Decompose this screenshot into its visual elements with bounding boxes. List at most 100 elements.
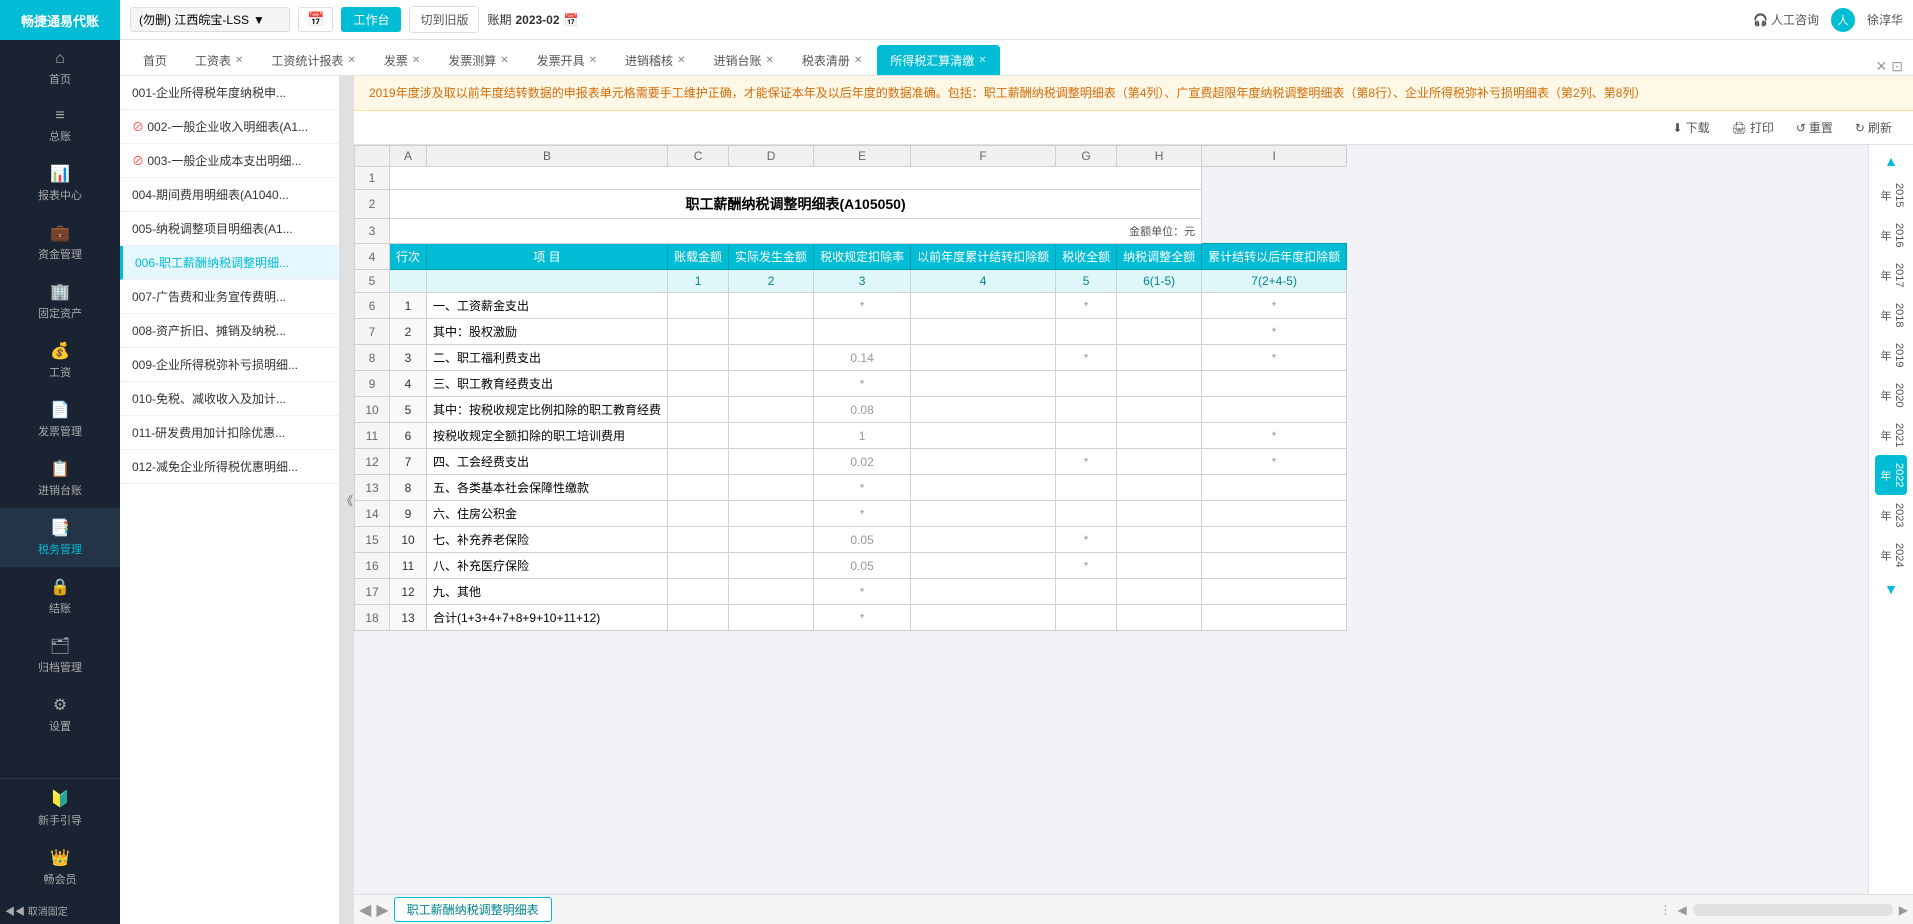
cell-i[interactable]	[1202, 553, 1347, 579]
cell-d[interactable]	[729, 345, 814, 371]
close-tab-income-tax[interactable]: ✕	[978, 55, 986, 66]
cell-h[interactable]	[1117, 423, 1202, 449]
tab-payroll-report[interactable]: 工资统计报表 ✕	[258, 45, 368, 75]
cell-g[interactable]	[1056, 423, 1117, 449]
print-btn[interactable]: 🖨 打印	[1726, 116, 1780, 139]
cell-i[interactable]	[1202, 579, 1347, 605]
cell-d[interactable]	[729, 579, 814, 605]
cell-f[interactable]	[911, 605, 1056, 631]
cell-h[interactable]	[1117, 345, 1202, 371]
sidebar-item-archive[interactable]: 🗂 归档管理	[0, 626, 120, 685]
cell-g[interactable]: *	[1056, 293, 1117, 319]
cell-d[interactable]	[729, 319, 814, 345]
cell-g[interactable]: *	[1056, 449, 1117, 475]
sidebar-item-invoice-mgmt[interactable]: 📄 发票管理	[0, 390, 120, 449]
tab-income-tax[interactable]: 所得税汇算清缴 ✕	[877, 45, 999, 75]
sheet-scroll-bar[interactable]	[1693, 904, 1893, 916]
sidebar-item-settings[interactable]: ⚙ 设置	[0, 685, 120, 744]
tab-invoice-issue[interactable]: 发票开具 ✕	[524, 45, 610, 75]
cell-i[interactable]: *	[1202, 449, 1347, 475]
form-list-item-001[interactable]: 001-企业所得税年度纳税申...	[120, 76, 339, 110]
cell-c[interactable]	[668, 319, 729, 345]
cell-g[interactable]: *	[1056, 345, 1117, 371]
cell-h[interactable]	[1117, 293, 1202, 319]
year-item[interactable]: 2018年	[1875, 295, 1907, 335]
sheet-scroll-left[interactable]: ◀	[1678, 903, 1687, 917]
cell-h[interactable]	[1117, 397, 1202, 423]
cell-c[interactable]	[668, 475, 729, 501]
year-item[interactable]: 2023年	[1875, 495, 1907, 535]
sheet-options-icon[interactable]: ⋮	[1660, 903, 1672, 917]
cell-c[interactable]	[668, 605, 729, 631]
cell-i[interactable]	[1202, 605, 1347, 631]
year-scroll-up[interactable]: ▲	[1880, 149, 1902, 173]
year-item[interactable]: 2022年	[1875, 455, 1907, 495]
sheet-nav-left[interactable]: ◀	[359, 900, 371, 920]
cell-h[interactable]	[1117, 605, 1202, 631]
close-tab-purchase-ledger[interactable]: ✕	[765, 55, 773, 66]
year-item[interactable]: 2019年	[1875, 335, 1907, 375]
close-tab-tax-list[interactable]: ✕	[854, 55, 862, 66]
cell-i[interactable]	[1202, 397, 1347, 423]
cell-g[interactable]: *	[1056, 553, 1117, 579]
cell-c[interactable]	[668, 397, 729, 423]
close-tab-purchase-check[interactable]: ✕	[677, 55, 685, 66]
sidebar-item-closing[interactable]: 🔒 结账	[0, 567, 120, 626]
sidebar-item-fixed-asset[interactable]: 🏢 固定资产	[0, 272, 120, 331]
cell-f[interactable]	[911, 345, 1056, 371]
tab-purchase-ledger[interactable]: 进销台账 ✕	[700, 45, 786, 75]
support-btn[interactable]: 🎧 人工咨询	[1753, 11, 1819, 28]
tab-invoice[interactable]: 发票 ✕	[371, 45, 433, 75]
year-item[interactable]: 2021年	[1875, 415, 1907, 455]
cell-f[interactable]	[911, 397, 1056, 423]
sidebar-item-cancel-fixed[interactable]: ◀◀ 取消固定	[0, 897, 120, 924]
cell-h[interactable]	[1117, 319, 1202, 345]
tab-home[interactable]: 首页	[130, 45, 180, 75]
cell-g[interactable]	[1056, 371, 1117, 397]
cell-d[interactable]	[729, 397, 814, 423]
cell-d[interactable]	[729, 553, 814, 579]
cell-h[interactable]	[1117, 449, 1202, 475]
cell-d[interactable]	[729, 371, 814, 397]
cell-f[interactable]	[911, 527, 1056, 553]
sidebar-item-tax-mgmt[interactable]: 📑 税务管理	[0, 508, 120, 567]
cell-h[interactable]	[1117, 527, 1202, 553]
year-scroll-down[interactable]: ▼	[1880, 577, 1902, 601]
cell-g[interactable]	[1056, 475, 1117, 501]
cell-g[interactable]	[1056, 605, 1117, 631]
cell-i[interactable]	[1202, 501, 1347, 527]
cell-g[interactable]: *	[1056, 527, 1117, 553]
sidebar-item-general-ledger[interactable]: ≡ 总账	[0, 97, 120, 154]
cell-d[interactable]	[729, 475, 814, 501]
sidebar-item-payroll[interactable]: 💰 工资	[0, 331, 120, 390]
cell-c[interactable]	[668, 371, 729, 397]
tab-purchase-check[interactable]: 进销稽核 ✕	[612, 45, 698, 75]
year-item[interactable]: 2020年	[1875, 375, 1907, 415]
user-name[interactable]: 徐淳华	[1867, 11, 1903, 28]
cell-c[interactable]	[668, 527, 729, 553]
cell-i[interactable]: *	[1202, 423, 1347, 449]
cell-h[interactable]	[1117, 501, 1202, 527]
year-item[interactable]: 2015年	[1875, 175, 1907, 215]
cell-c[interactable]	[668, 449, 729, 475]
company-selector[interactable]: (勿删) 江西皖宝-LSS ▼	[130, 7, 290, 32]
cell-d[interactable]	[729, 423, 814, 449]
form-list-item-007[interactable]: 007-广告费和业务宣传费明...	[120, 280, 339, 314]
cell-g[interactable]	[1056, 501, 1117, 527]
cell-h[interactable]	[1117, 579, 1202, 605]
cell-d[interactable]	[729, 501, 814, 527]
reset-btn[interactable]: ↺ 重置	[1790, 116, 1839, 139]
cell-i[interactable]: *	[1202, 293, 1347, 319]
cell-i[interactable]: *	[1202, 345, 1347, 371]
refresh-btn[interactable]: ↻ 刷新	[1849, 116, 1898, 139]
close-tab-payroll-report[interactable]: ✕	[347, 55, 355, 66]
cell-i[interactable]	[1202, 371, 1347, 397]
cell-c[interactable]	[668, 553, 729, 579]
cell-c[interactable]	[668, 501, 729, 527]
form-list-item-004[interactable]: 004-期间费用明细表(A1040...	[120, 178, 339, 212]
cell-g[interactable]	[1056, 397, 1117, 423]
form-list-item-005[interactable]: 005-纳税调整项目明细表(A1...	[120, 212, 339, 246]
sidebar-item-report[interactable]: 📊 报表中心	[0, 154, 120, 213]
sheet-scroll-right[interactable]: ▶	[1899, 903, 1908, 917]
close-tab-invoice-calc[interactable]: ✕	[500, 55, 508, 66]
